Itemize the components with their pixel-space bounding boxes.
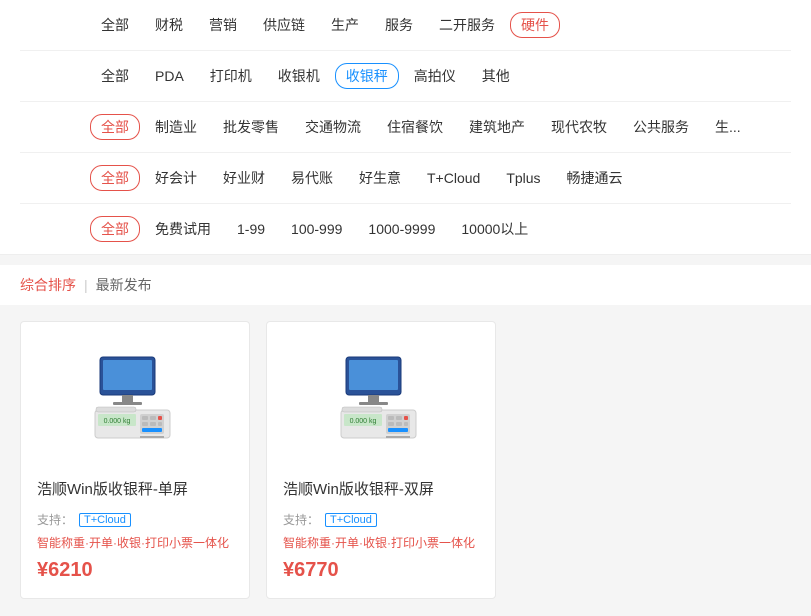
filter-item[interactable]: 财税 xyxy=(144,12,194,38)
filter-item[interactable]: 好业财 xyxy=(212,165,276,191)
support-row: 支持： T+Cloud xyxy=(283,511,479,528)
productline-row: 全部好会计好业财易代账好生意T+CloudTplus畅捷通云 xyxy=(20,153,791,204)
filter-item[interactable]: 好生意 xyxy=(348,165,412,191)
price-items: 全部免费试用1-99100-9991000-999910000以上 xyxy=(90,216,539,242)
filter-item[interactable]: 现代农牧 xyxy=(540,114,618,140)
filter-item[interactable]: T+Cloud xyxy=(416,167,491,189)
support-badge: T+Cloud xyxy=(325,513,377,527)
product-desc: 智能称重·开单·收银·打印小票一体化 xyxy=(283,534,479,551)
filter-item[interactable]: 1-99 xyxy=(226,218,276,240)
price-row: 全部免费试用1-99100-9991000-999910000以上 xyxy=(20,204,791,254)
filter-item[interactable]: 100-999 xyxy=(280,218,353,240)
filter-item[interactable]: 收银秤 xyxy=(335,63,399,89)
product-grid: 0.000 kg 浩顺Win版收银秤-单屏 支持： T+Cloud 智能称重·开… xyxy=(0,305,811,615)
filter-item[interactable]: 好会计 xyxy=(144,165,208,191)
product-image: 0.000 kg xyxy=(283,342,479,462)
filter-section: 全部财税营销供应链生产服务二开服务硬件 全部PDA打印机收银机收银秤高拍仪其他 … xyxy=(0,0,811,255)
filter-item[interactable]: 建筑地产 xyxy=(458,114,536,140)
product-desc: 智能称重·开单·收银·打印小票一体化 xyxy=(37,534,233,551)
filter-item[interactable]: PDA xyxy=(144,65,195,87)
filter-item[interactable]: 收银机 xyxy=(267,63,331,89)
svg-text:0.000 kg: 0.000 kg xyxy=(350,418,377,425)
product-card[interactable]: 0.000 kg 浩顺Win版收银秤-单屏 支持： T+Cloud 智能称重·开… xyxy=(20,321,250,599)
filter-item[interactable]: 生... xyxy=(704,114,752,140)
industry-row: 全部制造业批发零售交通物流住宿餐饮建筑地产现代农牧公共服务生... xyxy=(20,102,791,153)
filter-item[interactable]: 二开服务 xyxy=(428,12,506,38)
subcategory-items: 全部PDA打印机收银机收银秤高拍仪其他 xyxy=(90,63,521,89)
subcategory-row: 全部PDA打印机收银机收银秤高拍仪其他 xyxy=(20,51,791,102)
support-badge: T+Cloud xyxy=(79,513,131,527)
filter-item[interactable]: 易代账 xyxy=(280,165,344,191)
filter-item[interactable]: 硬件 xyxy=(510,12,560,38)
filter-item[interactable]: Tplus xyxy=(495,167,551,189)
category-items: 全部财税营销供应链生产服务二开服务硬件 xyxy=(90,12,560,38)
filter-item[interactable]: 住宿餐饮 xyxy=(376,114,454,140)
filter-item[interactable]: 高拍仪 xyxy=(403,63,467,89)
filter-item[interactable]: 打印机 xyxy=(199,63,263,89)
filter-item[interactable]: 其他 xyxy=(471,63,521,89)
product-name: 浩顺Win版收银秤-单屏 xyxy=(37,478,233,499)
filter-item[interactable]: 批发零售 xyxy=(212,114,290,140)
filter-item[interactable]: 供应链 xyxy=(252,12,316,38)
filter-item[interactable]: 全部 xyxy=(90,12,140,38)
product-name: 浩顺Win版收银秤-双屏 xyxy=(283,478,479,499)
product-image: 0.000 kg xyxy=(37,342,233,462)
filter-item[interactable]: 10000以上 xyxy=(450,216,539,242)
filter-item[interactable]: 1000-9999 xyxy=(357,218,446,240)
sort-comprehensive[interactable]: 综合排序 xyxy=(20,275,76,295)
filter-item[interactable]: 公共服务 xyxy=(622,114,700,140)
filter-item[interactable]: 全部 xyxy=(90,165,140,191)
product-price: ¥6210 xyxy=(37,559,233,582)
support-row: 支持： T+Cloud xyxy=(37,511,233,528)
productline-items: 全部好会计好业财易代账好生意T+CloudTplus畅捷通云 xyxy=(90,165,634,191)
svg-text:0.000 kg: 0.000 kg xyxy=(104,418,131,425)
support-label: 支持： xyxy=(283,511,319,528)
sort-bar: 综合排序 | 最新发布 xyxy=(0,265,811,305)
filter-item[interactable]: 交通物流 xyxy=(294,114,372,140)
filter-item[interactable]: 营销 xyxy=(198,12,248,38)
filter-item[interactable]: 制造业 xyxy=(144,114,208,140)
filter-item[interactable]: 服务 xyxy=(374,12,424,38)
filter-item[interactable]: 全部 xyxy=(90,114,140,140)
filter-item[interactable]: 生产 xyxy=(320,12,370,38)
sort-latest[interactable]: 最新发布 xyxy=(96,275,152,295)
product-card[interactable]: 0.000 kg 浩顺Win版收银秤-双屏 支持： T+Cloud 智能称重·开… xyxy=(266,321,496,599)
filter-item[interactable]: 免费试用 xyxy=(144,216,222,242)
product-price: ¥6770 xyxy=(283,559,479,582)
industry-items: 全部制造业批发零售交通物流住宿餐饮建筑地产现代农牧公共服务生... xyxy=(90,114,752,140)
filter-item[interactable]: 全部 xyxy=(90,216,140,242)
filter-item[interactable]: 畅捷通云 xyxy=(556,165,634,191)
category-row: 全部财税营销供应链生产服务二开服务硬件 xyxy=(20,0,791,51)
filter-item[interactable]: 全部 xyxy=(90,63,140,89)
support-label: 支持： xyxy=(37,511,73,528)
sort-divider: | xyxy=(84,277,88,293)
